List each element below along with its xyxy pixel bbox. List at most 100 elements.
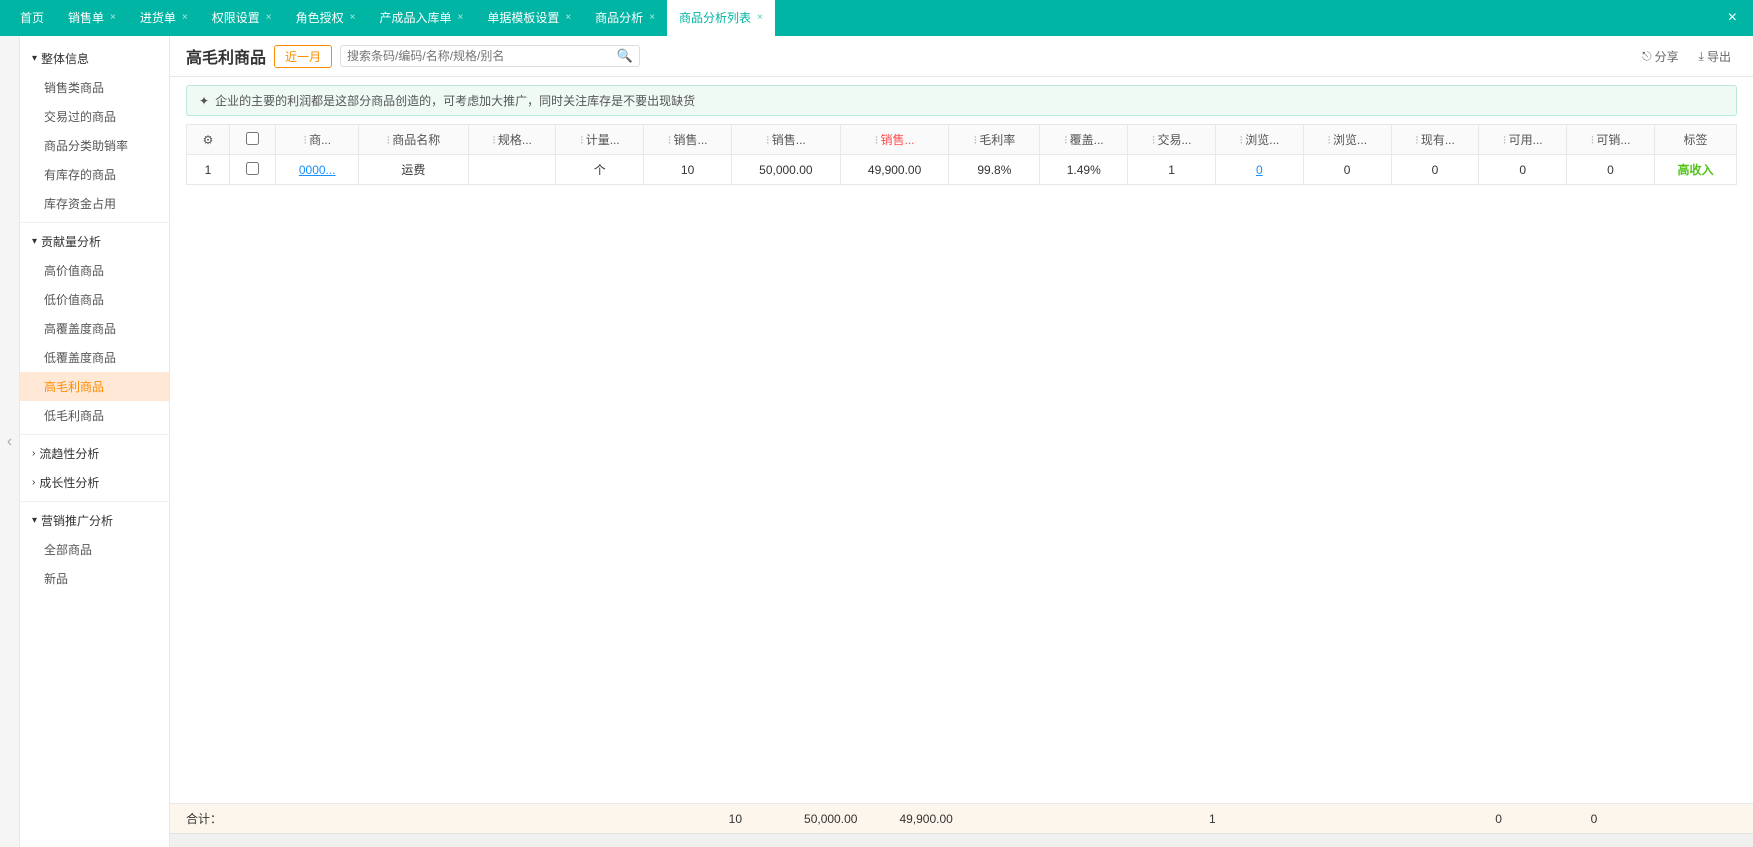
close-purchase-order[interactable]: × — [182, 0, 188, 36]
sidebar-item-stock-capital[interactable]: 库存资金占用 — [20, 189, 169, 218]
col-code[interactable]: ⁝商... — [276, 125, 359, 155]
footer-label: 合计： — [186, 810, 306, 827]
filter-recent-month-button[interactable]: 近一月 — [274, 45, 332, 68]
cell-code[interactable]: 0000... — [276, 155, 359, 185]
nav-purchase-order[interactable]: 进货单 × — [128, 0, 200, 36]
cell-saleable-stock: 0 — [1567, 155, 1655, 185]
col-unit[interactable]: ⁝计量... — [556, 125, 644, 155]
horizontal-scrollbar[interactable] — [170, 833, 1753, 847]
col-browse1[interactable]: ⁝浏览... — [1215, 125, 1303, 155]
sidebar-item-low-margin[interactable]: 低毛利商品 — [20, 401, 169, 430]
table-footer: 合计： 10 50,000.00 49,900.00 1 0 0 — [170, 803, 1753, 833]
col-tag[interactable]: 标签 — [1654, 125, 1736, 155]
collapse-arrow-growth: › — [32, 477, 35, 488]
sidebar-group-overall-info[interactable]: ▾ 整体信息 — [20, 44, 169, 73]
close-template-settings[interactable]: × — [565, 0, 571, 36]
col-current-stock[interactable]: ⁝现有... — [1391, 125, 1479, 155]
close-permission-settings[interactable]: × — [266, 0, 272, 36]
sidebar-group-trend[interactable]: › 流趋性分析 — [20, 439, 169, 468]
cell-browse2: 0 — [1303, 155, 1391, 185]
sidebar-item-sales-goods[interactable]: 销售类商品 — [20, 73, 169, 102]
nav-role-auth[interactable]: 角色授权 × — [284, 0, 368, 36]
export-icon: ⤓ — [1699, 49, 1704, 64]
sidebar-item-high-coverage[interactable]: 高覆盖度商品 — [20, 314, 169, 343]
share-icon: ⎋ — [1642, 49, 1652, 64]
divider-1 — [20, 222, 169, 223]
cell-spec — [468, 155, 556, 185]
collapse-arrow-contribution: ▾ — [32, 236, 37, 247]
share-button[interactable]: ⎋ 分享 — [1636, 45, 1685, 68]
collapse-arrow-trend: › — [32, 448, 35, 459]
table-wrapper: ⚙ ⁝商... ⁝商品名称 ⁝规格... ⁝计量... ⁝销售... ⁝销售..… — [170, 124, 1753, 803]
collapse-arrow-marketing: ▾ — [32, 515, 37, 526]
footer-current-stock: 0 — [1451, 812, 1546, 826]
sidebar-item-category-sales-rate[interactable]: 商品分类助销率 — [20, 131, 169, 160]
col-saleable-stock[interactable]: ⁝可销... — [1567, 125, 1655, 155]
sidebar-item-high-margin[interactable]: 高毛利商品 — [20, 372, 169, 401]
sidebar-group-growth[interactable]: › 成长性分析 — [20, 468, 169, 497]
col-coverage[interactable]: ⁝覆盖... — [1040, 125, 1128, 155]
cell-available-stock: 0 — [1479, 155, 1567, 185]
sidebar-item-high-value[interactable]: 高价值商品 — [20, 256, 169, 285]
col-browse2[interactable]: ⁝浏览... — [1303, 125, 1391, 155]
col-transactions[interactable]: ⁝交易... — [1128, 125, 1216, 155]
close-finished-goods[interactable]: × — [457, 0, 463, 36]
cell-coverage: 1.49% — [1040, 155, 1128, 185]
sidebar-item-new-goods[interactable]: 新品 — [20, 564, 169, 593]
nav-product-analysis[interactable]: 商品分析 × — [583, 0, 667, 36]
content-area: 高毛利商品 近一月 🔍 ⎋ 分享 ⤓ 导出 ✦ 企业的主要的利润都是这部分商品创… — [170, 36, 1753, 847]
sidebar-group-contribution[interactable]: ▾ 贡献量分析 — [20, 227, 169, 256]
footer-sales-qty: 10 — [688, 812, 783, 826]
nav-template-settings[interactable]: 单据模板设置 × — [475, 0, 583, 36]
sidebar-collapse-button[interactable]: ‹ — [0, 36, 20, 847]
footer-available-stock: 0 — [1546, 812, 1641, 826]
divider-2 — [20, 434, 169, 435]
close-all-tabs[interactable]: × — [1720, 9, 1745, 27]
col-gross-margin[interactable]: ⁝毛利率 — [949, 125, 1040, 155]
search-icon[interactable]: 🔍 — [617, 48, 633, 64]
info-icon: ✦ — [199, 94, 209, 108]
content-header: 高毛利商品 近一月 🔍 ⎋ 分享 ⤓ 导出 — [170, 36, 1753, 77]
sidebar-item-goods-in-stock[interactable]: 有库存的商品 — [20, 160, 169, 189]
nav-product-analysis-list[interactable]: 商品分析列表 × — [667, 0, 775, 36]
col-sales-qty[interactable]: ⁝销售... — [644, 125, 732, 155]
cell-sales-qty: 10 — [644, 155, 732, 185]
col-settings[interactable]: ⚙ — [187, 125, 230, 155]
cell-gross-margin: 99.8% — [949, 155, 1040, 185]
sidebar-item-all-goods[interactable]: 全部商品 — [20, 535, 169, 564]
col-sales-amount[interactable]: ⁝销售... — [731, 125, 840, 155]
close-product-analysis-list[interactable]: × — [757, 0, 763, 36]
sidebar-item-traded-goods[interactable]: 交易过的商品 — [20, 102, 169, 131]
cell-checkbox[interactable] — [229, 155, 275, 185]
export-button[interactable]: ⤓ 导出 — [1693, 45, 1737, 68]
col-checkbox[interactable] — [229, 125, 275, 155]
search-box[interactable]: 🔍 — [340, 45, 640, 67]
col-sales-profit[interactable]: ⁝销售... — [840, 125, 949, 155]
nav-finished-goods[interactable]: 产成品入库单 × — [367, 0, 475, 36]
top-navigation: 首页 销售单 × 进货单 × 权限设置 × 角色授权 × 产成品入库单 × 单据… — [0, 0, 1753, 36]
sidebar-item-low-coverage[interactable]: 低覆盖度商品 — [20, 343, 169, 372]
col-name[interactable]: ⁝商品名称 — [359, 125, 468, 155]
search-input[interactable] — [347, 49, 617, 63]
col-spec[interactable]: ⁝规格... — [468, 125, 556, 155]
cell-tag: 高收入 — [1654, 155, 1736, 185]
select-all-checkbox[interactable] — [246, 132, 259, 145]
collapse-arrow-overall: ▾ — [32, 53, 37, 64]
info-banner: ✦ 企业的主要的利润都是这部分商品创造的，可考虑加大推广，同时关注库存是不要出现… — [186, 85, 1737, 116]
nav-permission-settings[interactable]: 权限设置 × — [200, 0, 284, 36]
nav-sales-order[interactable]: 销售单 × — [56, 0, 128, 36]
col-available-stock[interactable]: ⁝可用... — [1479, 125, 1567, 155]
data-table: ⚙ ⁝商... ⁝商品名称 ⁝规格... ⁝计量... ⁝销售... ⁝销售..… — [186, 124, 1737, 185]
sidebar: ▾ 整体信息 销售类商品 交易过的商品 商品分类助销率 有库存的商品 库存资金占… — [20, 36, 170, 847]
close-role-auth[interactable]: × — [350, 0, 356, 36]
nav-home[interactable]: 首页 — [8, 0, 56, 36]
close-sales-order[interactable]: × — [110, 0, 116, 36]
row-checkbox[interactable] — [246, 162, 259, 175]
footer-transactions: 1 — [1165, 812, 1260, 826]
sidebar-item-low-value[interactable]: 低价值商品 — [20, 285, 169, 314]
sidebar-group-marketing[interactable]: ▾ 营销推广分析 — [20, 506, 169, 535]
close-product-analysis[interactable]: × — [649, 0, 655, 36]
cell-current-stock: 0 — [1391, 155, 1479, 185]
divider-3 — [20, 501, 169, 502]
cell-browse1[interactable]: 0 — [1215, 155, 1303, 185]
